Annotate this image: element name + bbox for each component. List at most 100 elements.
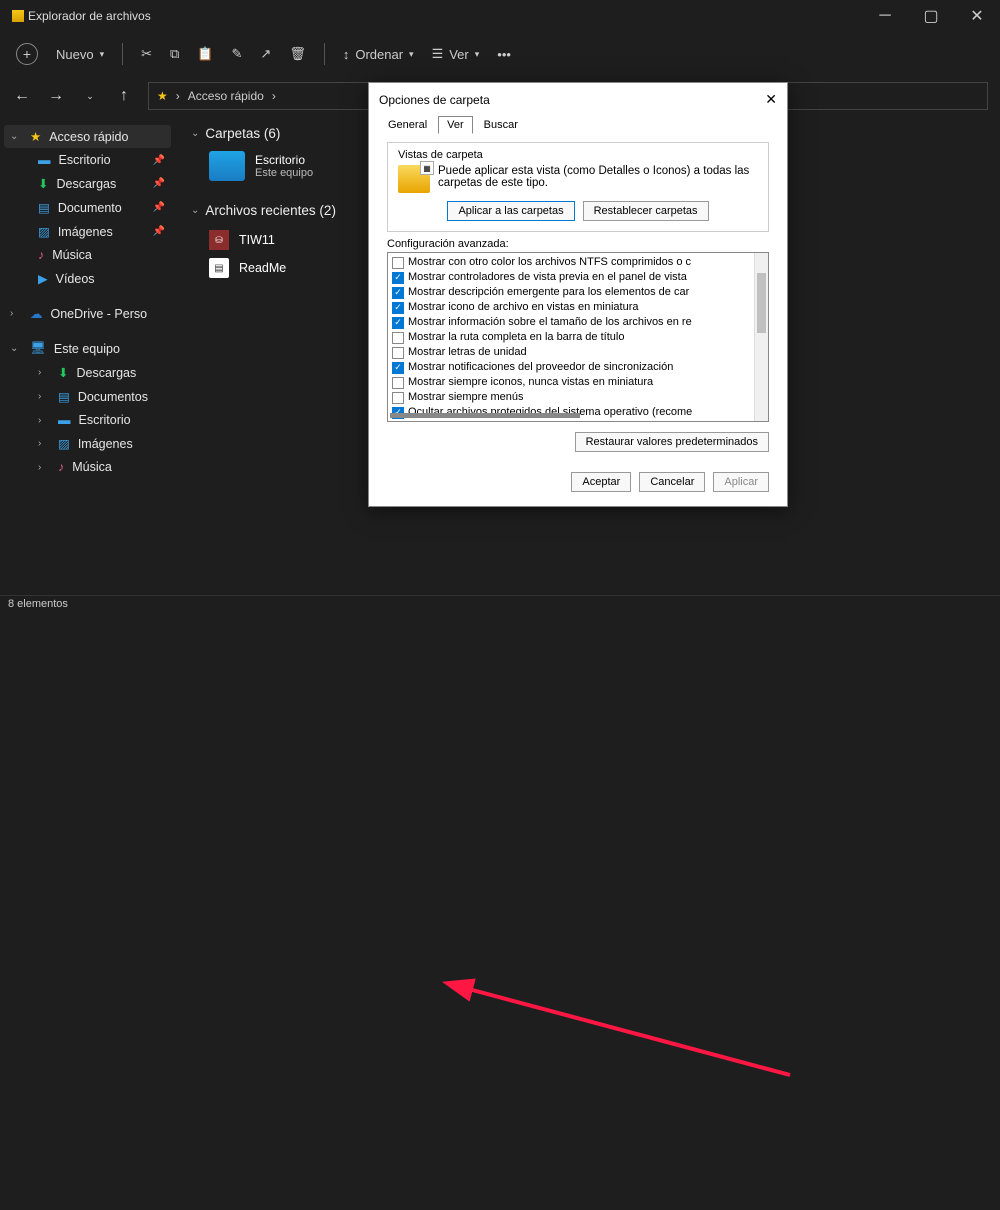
tab-view[interactable]: Ver [438, 116, 473, 134]
titlebar: Explorador de archivos ─ ▢ ✕ [0, 0, 1000, 32]
option-row[interactable]: Mostrar la ruta completa en la barra de … [392, 330, 764, 345]
section-chevron-icon[interactable]: ⌄ [191, 128, 199, 139]
apply-button[interactable]: Aplicar [713, 472, 769, 492]
recent-button[interactable]: ⌄ [80, 86, 100, 106]
more-button[interactable]: ••• [497, 47, 511, 62]
share-button[interactable]: ↗ [260, 46, 271, 62]
close-button[interactable]: ✕ [954, 0, 1000, 32]
sidebar-item-pc-documents[interactable]: ›▤Documentos [4, 385, 171, 408]
new-button-label[interactable]: Nuevo ▾ [56, 47, 104, 62]
option-row[interactable]: ✓ Mostrar información sobre el tamaño de … [392, 315, 764, 330]
checkbox[interactable]: ✓ [392, 317, 404, 329]
checkbox[interactable] [392, 392, 404, 404]
option-row[interactable]: Mostrar con otro color los archivos NTFS… [392, 255, 764, 270]
option-row[interactable]: ✓Mostrar descripción emergente para los … [392, 285, 764, 300]
tab-general[interactable]: General [379, 116, 436, 134]
option-label: Mostrar información sobre el tamaño de l… [408, 315, 692, 330]
option-row[interactable]: ✓ Mostrar icono de archivo en vistas en m… [392, 300, 764, 315]
breadcrumb-sep: › [272, 89, 276, 103]
sidebar-item-quick-access[interactable]: ⌄★Acceso rápido [4, 125, 171, 148]
sidebar-item-pc-downloads[interactable]: ›⬇Descargas [4, 361, 171, 384]
sidebar-item-this-pc[interactable]: ⌄🖥Este equipo [4, 337, 171, 360]
main-toolbar: + Nuevo ▾ ✂ ⧉ 📋 ✎ ↗ 🗑 ↕ Ordenar ▾ ☰ Ver … [0, 32, 1000, 76]
document-icon: ▤ [209, 258, 229, 278]
annotation-arrow [0, 595, 1000, 1210]
dialog-title: Opciones de carpeta [379, 93, 490, 107]
up-button[interactable]: ↑ [114, 86, 134, 106]
option-label: Mostrar la ruta completa en la barra de … [408, 330, 624, 345]
checkbox[interactable] [392, 257, 404, 269]
option-label: Mostrar notificaciones del proveedor de … [408, 360, 673, 375]
delete-button[interactable]: 🗑 [289, 46, 306, 62]
section-chevron-icon[interactable]: ⌄ [191, 205, 199, 216]
option-label: Mostrar con otro color los archivos NTFS… [408, 255, 691, 270]
option-row[interactable]: Mostrar letras de unidad [392, 345, 764, 360]
option-label: Mostrar letras de unidad [408, 345, 527, 360]
apply-to-folders-button[interactable]: Aplicar a las carpetas [447, 201, 574, 221]
option-label: Mostrar siempre menús [408, 390, 524, 405]
sidebar-item-downloads[interactable]: ⬇Descargas📌 [4, 172, 171, 195]
sidebar-item-pc-music[interactable]: ›♪Música [4, 456, 171, 478]
option-row[interactable]: ✓Mostrar controladores de vista previa e… [392, 270, 764, 285]
item-name: Escritorio [255, 153, 313, 167]
sidebar-item-images[interactable]: ▨Imágenes📌 [4, 220, 171, 243]
star-icon: ★ [157, 89, 168, 103]
sidebar-item-videos[interactable]: ▶Vídeos [4, 267, 171, 290]
group-description: Puede aplicar esta vista (como Detalles … [438, 165, 758, 189]
archive-icon: ⛁ [209, 230, 229, 250]
cancel-button[interactable]: Cancelar [639, 472, 705, 492]
new-button[interactable]: + [16, 43, 38, 65]
checkbox[interactable]: ✓ [392, 302, 404, 314]
divider [324, 43, 325, 65]
horizontal-scrollbar[interactable] [388, 411, 754, 421]
checkbox[interactable]: ✓ [392, 272, 404, 284]
group-legend: Vistas de carpeta [398, 149, 758, 161]
checkbox[interactable] [392, 332, 404, 344]
sidebar: ⌄★Acceso rápido ▬Escritorio📌 ⬇Descargas📌… [0, 116, 175, 595]
sort-button[interactable]: ↕ Ordenar ▾ [343, 47, 414, 62]
checkbox[interactable]: ✓ [392, 362, 404, 374]
sidebar-item-onedrive[interactable]: ›☁OneDrive - Perso [4, 302, 171, 325]
ok-button[interactable]: Aceptar [571, 472, 631, 492]
sidebar-item-pc-images[interactable]: ›▨Imágenes [4, 432, 171, 455]
rename-button[interactable]: ✎ [232, 46, 243, 62]
breadcrumb-root[interactable]: Acceso rápido [188, 89, 264, 103]
checkbox[interactable] [392, 377, 404, 389]
option-row[interactable]: Mostrar siempre menús [392, 390, 764, 405]
app-icon [12, 10, 24, 22]
view-button[interactable]: ☰ Ver ▾ [432, 46, 480, 62]
checkbox[interactable] [392, 347, 404, 359]
folder-icon: ▦ [398, 165, 430, 193]
divider [122, 43, 123, 65]
copy-button[interactable]: ⧉ [170, 46, 179, 62]
reset-folders-button[interactable]: Restablecer carpetas [583, 201, 709, 221]
sidebar-item-desktop[interactable]: ▬Escritorio📌 [4, 149, 171, 171]
option-label: Mostrar icono de archivo en vistas en mi… [408, 300, 639, 315]
option-row[interactable]: ✓ Mostrar notificaciones del proveedor de… [392, 360, 764, 375]
minimize-button[interactable]: ─ [862, 0, 908, 32]
folder-views-group: Vistas de carpeta ▦ Puede aplicar esta v… [387, 142, 769, 232]
breadcrumb-sep: › [176, 89, 180, 103]
maximize-button[interactable]: ▢ [908, 0, 954, 32]
section-recent-heading[interactable]: Archivos recientes (2) [205, 203, 336, 218]
vertical-scrollbar[interactable] [754, 253, 768, 421]
sidebar-item-music[interactable]: ♪Música [4, 244, 171, 266]
cut-button[interactable]: ✂ [141, 46, 152, 62]
sidebar-item-pc-desktop[interactable]: ›▬Escritorio [4, 409, 171, 431]
sidebar-item-documents[interactable]: ▤Documento📌 [4, 196, 171, 219]
tab-search[interactable]: Buscar [475, 116, 527, 134]
advanced-settings-list[interactable]: Mostrar con otro color los archivos NTFS… [387, 252, 769, 422]
dialog-close-button[interactable]: ✕ [765, 91, 777, 108]
forward-button[interactable]: → [46, 86, 66, 106]
back-button[interactable]: ← [12, 86, 32, 106]
paste-button[interactable]: 📋 [197, 46, 213, 62]
folder-options-dialog: Opciones de carpeta✕ General Ver Buscar … [368, 82, 788, 507]
option-row[interactable]: Mostrar siempre iconos, nunca vistas en … [392, 375, 764, 390]
advanced-settings-label: Configuración avanzada: [387, 238, 769, 250]
checkbox[interactable]: ✓ [392, 287, 404, 299]
section-folders-heading[interactable]: Carpetas (6) [205, 126, 280, 141]
folder-icon [209, 151, 245, 181]
restore-defaults-button[interactable]: Restaurar valores predeterminados [575, 432, 769, 452]
item-sub: Este equipo [255, 167, 313, 179]
grid-item-desktop[interactable]: EscritorioEste equipo [209, 151, 359, 181]
